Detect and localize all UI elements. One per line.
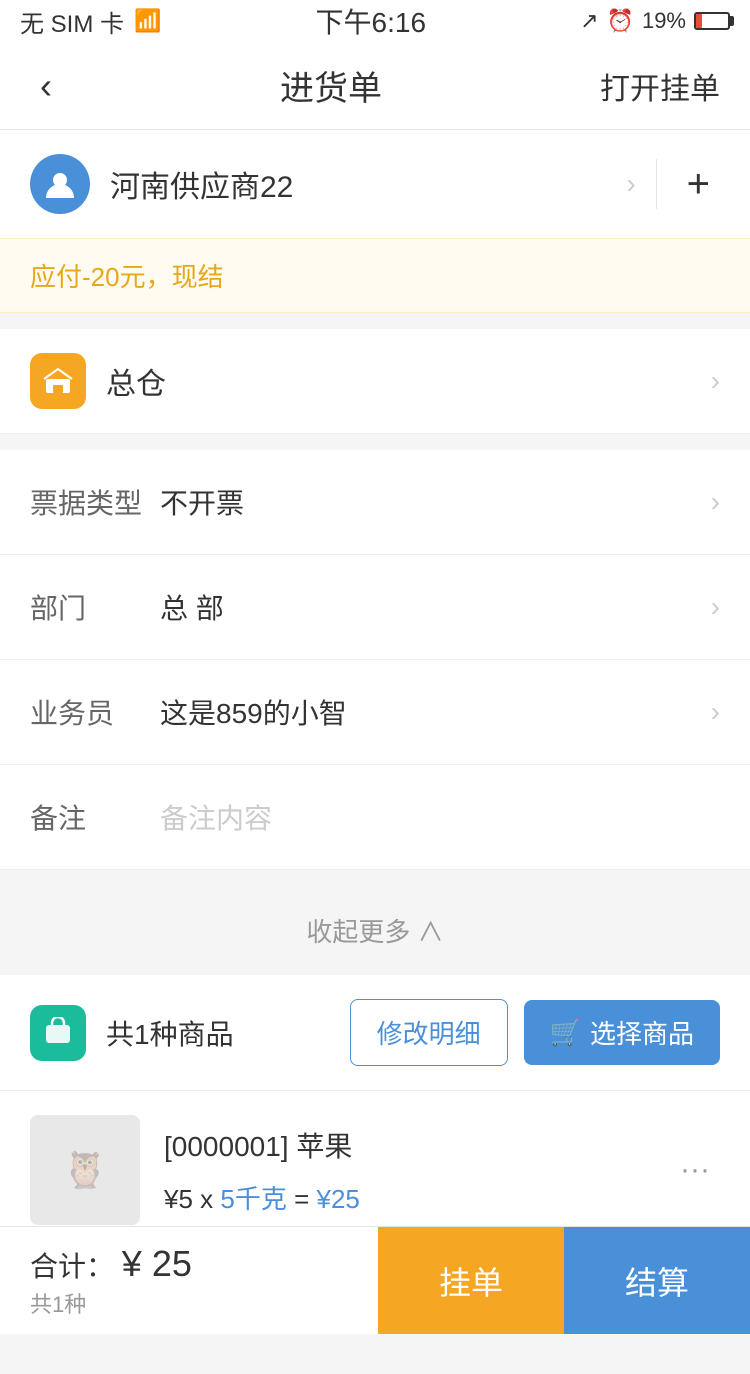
warehouse-icon: [30, 353, 86, 409]
invoice-label: 票据类型: [30, 482, 160, 522]
department-chevron-icon: ›: [711, 591, 720, 623]
total-count: 共1种: [30, 1287, 348, 1319]
total-label: 合计：: [30, 1251, 114, 1282]
select-product-button[interactable]: 🛒 选择商品: [524, 1000, 720, 1065]
product-price: ¥5 x 5千克 = ¥25: [164, 1179, 670, 1216]
department-row[interactable]: 部门 总 部 ›: [0, 555, 750, 660]
total-row: 合计： ¥ 25: [30, 1243, 348, 1285]
total-amount: ¥ 25: [122, 1243, 192, 1284]
invoice-value: 不开票: [160, 482, 711, 522]
wifi-icon: 📶: [134, 8, 161, 34]
carrier-text: 无 SIM 卡: [20, 4, 124, 39]
status-bar: 无 SIM 卡 📶 下午6:16 ↗ ⏰ 19%: [0, 0, 750, 42]
supplier-row[interactable]: 河南供应商22 › +: [0, 130, 750, 238]
product-header: 共1种商品 修改明细 🛒 选择商品: [0, 975, 750, 1091]
content-area: 河南供应商22 › + 应付-20元，现结 总仓 › 票据类型 不开票 ›: [0, 130, 750, 1374]
cart-icon: 🛒: [550, 1017, 582, 1048]
product-thumbnail: 🦉: [30, 1115, 140, 1225]
product-count: 共1种商品: [106, 1013, 350, 1053]
collapse-bar[interactable]: 收起更多 ∧: [0, 886, 750, 975]
edit-detail-button[interactable]: 修改明细: [350, 999, 508, 1066]
remark-label: 备注: [30, 797, 160, 837]
battery-percent: 19%: [642, 8, 686, 34]
supplier-name: 河南供应商22: [110, 162, 626, 206]
product-more-button[interactable]: ···: [670, 1143, 720, 1197]
remark-input[interactable]: 备注内容: [160, 797, 720, 837]
bottom-bar: 合计： ¥ 25 共1种 挂单 结算: [0, 1226, 750, 1334]
supplier-avatar: [30, 154, 90, 214]
status-carrier: 无 SIM 卡 📶: [20, 4, 161, 39]
staff-chevron-icon: ›: [711, 696, 720, 728]
warehouse-name: 总仓: [106, 359, 711, 403]
product-title: [0000001] 苹果: [164, 1125, 670, 1165]
nav-bar: ‹ 进货单 打开挂单: [0, 42, 750, 130]
open-hang-button[interactable]: 打开挂单: [600, 64, 720, 108]
back-button[interactable]: ‹: [30, 55, 62, 117]
invoice-chevron-icon: ›: [711, 486, 720, 518]
page-title: 进货单: [280, 61, 382, 110]
warehouse-card: 总仓 ›: [0, 329, 750, 434]
warehouse-row[interactable]: 总仓 ›: [0, 329, 750, 434]
department-value: 总 部: [160, 587, 711, 627]
vertical-divider: [656, 159, 657, 209]
hang-order-button[interactable]: 挂单: [378, 1227, 564, 1334]
staff-value: 这是859的小智: [160, 692, 711, 732]
staff-row[interactable]: 业务员 这是859的小智 ›: [0, 660, 750, 765]
checkout-button[interactable]: 结算: [564, 1227, 750, 1334]
location-icon: ↗: [580, 8, 598, 34]
product-section-icon: [30, 1005, 86, 1061]
product-card: 共1种商品 修改明细 🛒 选择商品 🦉 [0000001] 苹果 ¥5 x: [0, 975, 750, 1250]
supplier-notice: 应付-20元，现结: [0, 238, 750, 313]
add-supplier-button[interactable]: +: [677, 162, 720, 207]
battery-indicator: [694, 12, 730, 30]
remark-row[interactable]: 备注 备注内容: [0, 765, 750, 870]
department-label: 部门: [30, 587, 160, 627]
warehouse-chevron-icon: ›: [711, 365, 720, 397]
supplier-chevron-icon: ›: [626, 168, 635, 200]
total-section: 合计： ¥ 25 共1种: [0, 1227, 378, 1334]
alarm-icon: ⏰: [607, 8, 634, 34]
owl-logo-icon: 🦉: [63, 1149, 108, 1191]
supplier-card: 河南供应商22 › + 应付-20元，现结: [0, 130, 750, 313]
status-right: ↗ ⏰ 19%: [580, 8, 730, 34]
status-time: 下午6:16: [316, 1, 427, 41]
product-info: [0000001] 苹果 ¥5 x 5千克 = ¥25: [164, 1125, 670, 1216]
staff-label: 业务员: [30, 692, 160, 732]
invoice-row[interactable]: 票据类型 不开票 ›: [0, 450, 750, 555]
form-card: 票据类型 不开票 › 部门 总 部 › 业务员 这是859的小智 › 备注 备注…: [0, 450, 750, 870]
